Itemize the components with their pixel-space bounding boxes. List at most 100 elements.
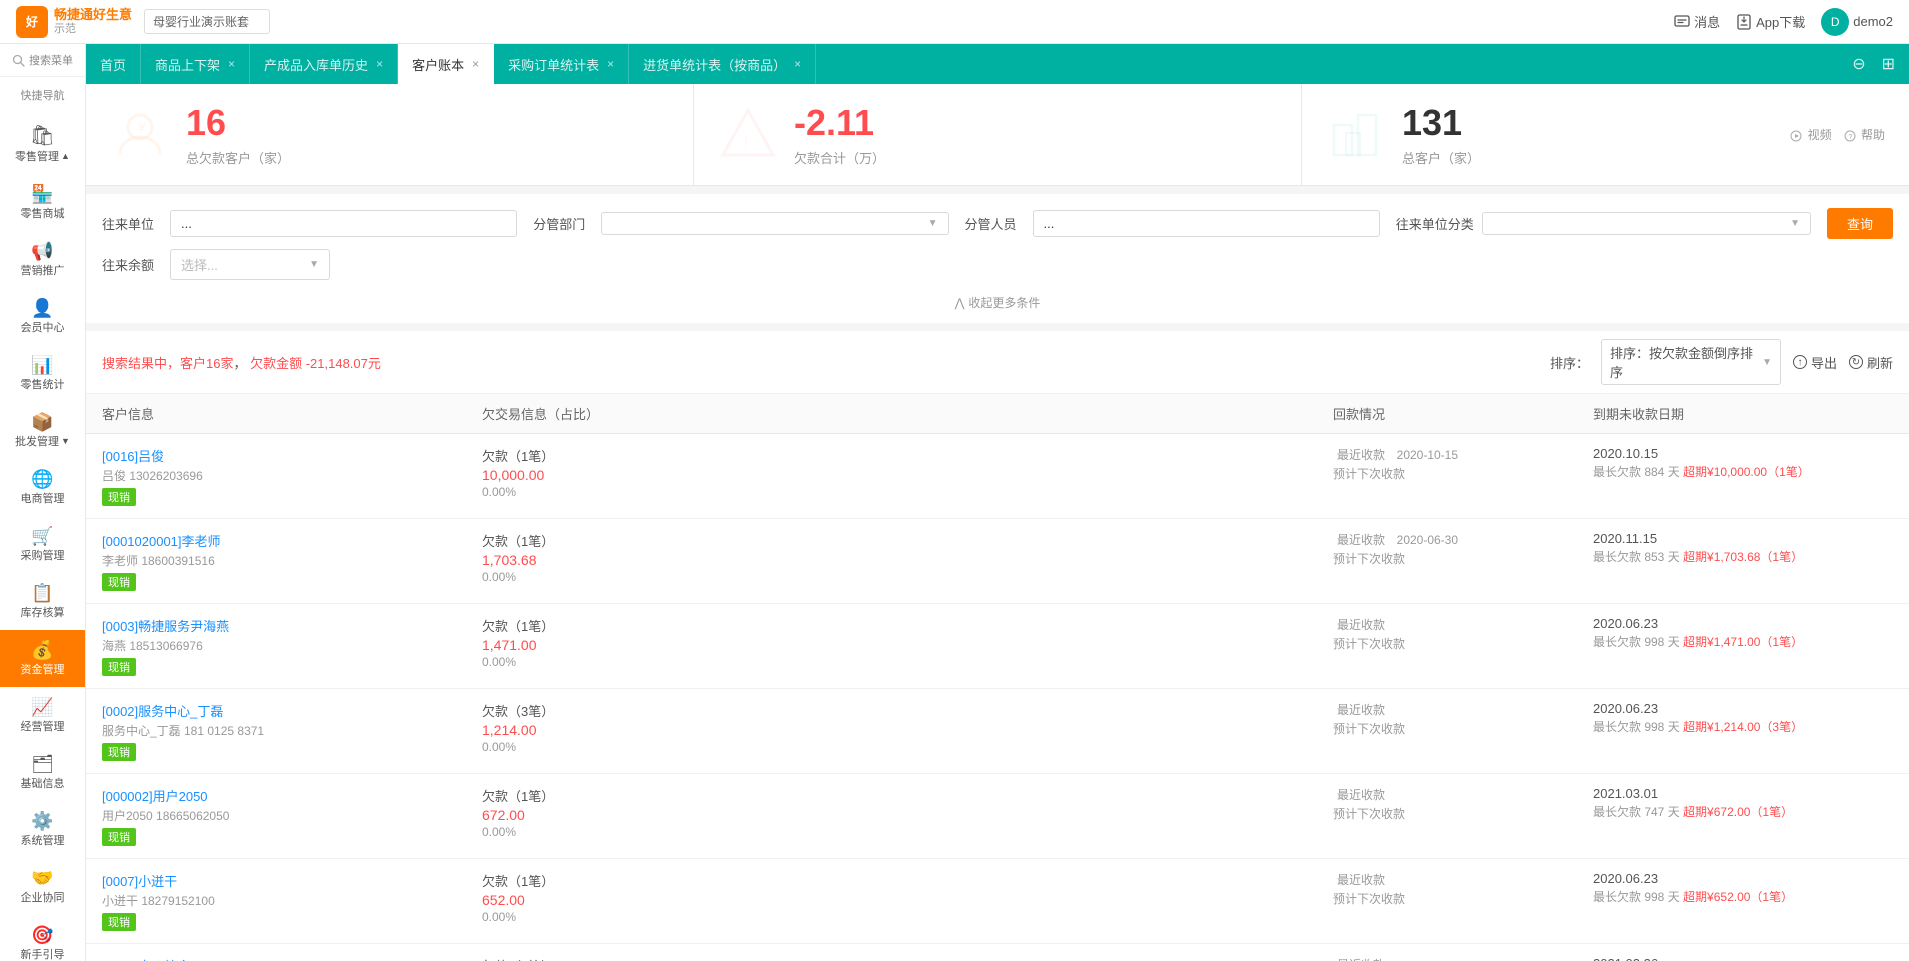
filter-balance-arrow: ▼	[309, 259, 319, 270]
stat-info-total-debt: -2.11 欠款合计（万）	[794, 102, 885, 167]
refresh-icon: ↻	[1849, 355, 1863, 369]
table-row: [0002]服务中心_丁磊 服务中心_丁磊 181 0125 8371 现销 欠…	[86, 689, 1909, 774]
sidebar-item-ecommerce[interactable]: 🌐 电商管理	[0, 459, 85, 516]
tab-close-product-off[interactable]: ×	[228, 57, 235, 71]
tab-expand-btn[interactable]: ⊞	[1876, 52, 1901, 76]
user-avatar: D	[1821, 8, 1849, 36]
overdue-4: 2021.03.01 最长欠款 747 天 超期¥672.00（1笔）	[1593, 786, 1893, 820]
overdue-link-4[interactable]: 超期¥672.00（1笔）	[1683, 805, 1793, 819]
customer-name-2[interactable]: [0003]畅捷服务尹海燕	[102, 619, 229, 634]
sidebar-item-finance[interactable]: 💰 资金管理	[0, 630, 85, 687]
refresh-btn[interactable]: ↻ 刷新	[1849, 353, 1893, 372]
customer-name-4[interactable]: [000002]用户2050	[102, 789, 208, 804]
stat-info-debt-customers: 16 总欠款客户（家）	[186, 102, 290, 167]
customer-info-1: [0001020001]李老师 李老师 18600391516 现销	[102, 531, 482, 591]
help-link[interactable]: ? 帮助	[1844, 126, 1885, 143]
sidebar-item-search[interactable]: 搜索菜单	[0, 44, 85, 77]
customer-tag-4: 现销	[102, 828, 136, 846]
filter-row-2: 往来余额 选择... ▼	[102, 249, 1893, 280]
tab-product-off[interactable]: 商品上下架 ×	[141, 44, 250, 84]
overdue-link-2[interactable]: 超期¥1,471.00（1笔）	[1683, 635, 1803, 649]
app-download-btn[interactable]: App下载	[1736, 12, 1805, 31]
tab-customer-account[interactable]: 客户账本 ×	[398, 44, 494, 84]
tab-close-customer-account[interactable]: ×	[472, 57, 479, 71]
filter-category-arrow: ▼	[1790, 218, 1800, 229]
tab-collapse-btn[interactable]: ⊖	[1846, 52, 1871, 76]
svg-text:?: ?	[1848, 134, 1852, 141]
message-btn[interactable]: 消息	[1674, 12, 1720, 31]
filter-category: 往来单位分类 ▼	[1396, 212, 1811, 235]
overdue-link-5[interactable]: 超期¥652.00（1笔）	[1683, 890, 1793, 904]
sidebar-item-operations[interactable]: 📈 经营管理	[0, 687, 85, 744]
overdue-link-1[interactable]: 超期¥1,703.68（1笔）	[1683, 550, 1803, 564]
tab-purchase-order[interactable]: 采购订单统计表 ×	[494, 44, 629, 84]
filter-unit-input[interactable]: ...	[170, 210, 517, 237]
overdue-link-3[interactable]: 超期¥1,214.00（3笔）	[1683, 720, 1803, 734]
customer-tag-2: 现销	[102, 658, 136, 676]
tab-bar: 首页 商品上下架 × 产成品入库单历史 × 客户账本 × 采购订单统计表 × 进…	[86, 44, 1909, 84]
recovery-5: 最近收款 预计下次收款	[1333, 871, 1593, 907]
sidebar-item-newbie[interactable]: 🎯 新手引导	[0, 915, 85, 961]
export-btn[interactable]: ↑ 导出	[1793, 353, 1837, 372]
industry-select[interactable]: 母婴行业演示账套	[144, 9, 270, 34]
video-link[interactable]: 视频	[1790, 126, 1831, 143]
customer-contact-1: 李老师 18600391516	[102, 552, 482, 569]
query-button[interactable]: 查询	[1827, 208, 1893, 239]
filter-dept-input[interactable]: ▼	[601, 212, 948, 235]
sidebar-item-inventory[interactable]: 📋 库存核算	[0, 573, 85, 630]
total-debt-label: 欠款合计（万）	[794, 148, 885, 167]
filter-row-1: 往来单位 ... 分管部门 ▼ 分管人员 ...	[102, 208, 1893, 239]
tab-incoming-stats[interactable]: 进货单统计表（按商品） ×	[629, 44, 816, 84]
tab-close-product-history[interactable]: ×	[376, 57, 383, 71]
tab-home[interactable]: 首页	[86, 44, 141, 84]
sidebar: 搜索菜单 快捷导航 🛍 零售管理▲ 🏪 零售商城 📢 营销推广 👤 会员中心 📊…	[0, 44, 86, 961]
sidebar-item-quick-nav[interactable]: 快捷导航	[0, 77, 85, 113]
filter-category-label: 往来单位分类	[1396, 214, 1474, 233]
filter-category-input[interactable]: ▼	[1482, 212, 1811, 235]
recovery-3: 最近收款 预计下次收款	[1333, 701, 1593, 737]
customer-contact-4: 用户2050 18665062050	[102, 807, 482, 824]
sidebar-item-purchase[interactable]: 🛒 采购管理	[0, 516, 85, 573]
filter-person-input[interactable]: ...	[1033, 210, 1380, 237]
stat-info-total-customers: 131 总客户（家）	[1402, 102, 1480, 167]
sort-arrow: ▼	[1762, 357, 1772, 368]
filter-balance-label: 往来余额	[102, 255, 162, 274]
svg-text:!: !	[744, 135, 748, 152]
sidebar-item-retail-stats[interactable]: 📊 零售统计	[0, 345, 85, 402]
tab-product-history[interactable]: 产成品入库单历史 ×	[250, 44, 398, 84]
sidebar-item-enterprise[interactable]: 🤝 企业协同	[0, 858, 85, 915]
filter-section: 往来单位 ... 分管部门 ▼ 分管人员 ...	[86, 194, 1909, 323]
customer-name-0[interactable]: [0016]吕俊	[102, 449, 164, 464]
filter-unit: 往来单位 ...	[102, 210, 517, 237]
sidebar-item-system[interactable]: ⚙️ 系统管理	[0, 801, 85, 858]
recovery-1: 最近收款 2020-06-30 预计下次收款	[1333, 531, 1593, 567]
sort-select[interactable]: 排序：按欠款金额倒序排序 ▼	[1601, 339, 1781, 385]
collapse-row[interactable]: ⋀ 收起更多条件	[102, 290, 1893, 313]
filter-balance: 往来余额 选择... ▼	[102, 249, 1893, 280]
sidebar-item-retail-mgmt[interactable]: 🛍 零售管理▲	[0, 113, 85, 174]
total-customers-number: 131	[1402, 102, 1480, 144]
stat-icon-total-debt: !	[718, 105, 778, 165]
collapse-label: 收起更多条件	[968, 294, 1040, 311]
data-table: 客户信息 欠交易信息（占比） 回款情况 到期未收款日期 [0016]吕俊 吕俊 …	[86, 394, 1909, 961]
stat-icon-debt: ¥	[110, 105, 170, 165]
filter-unit-label: 往来单位	[102, 214, 162, 233]
debt-info-5: 欠款（1笔） 652.00 0.00%	[482, 871, 1333, 924]
sidebar-item-basic-info[interactable]: 🗂 基础信息	[0, 744, 85, 801]
sidebar-item-batch-mgmt[interactable]: 📦 批发管理▼	[0, 402, 85, 459]
sidebar-item-member[interactable]: 👤 会员中心	[0, 288, 85, 345]
customer-name-5[interactable]: [0007]小迸干	[102, 874, 177, 889]
user-menu[interactable]: D demo2	[1821, 8, 1893, 36]
sidebar-item-marketing[interactable]: 📢 营销推广	[0, 231, 85, 288]
top-bar: 好 畅捷通好生意 示范 母婴行业演示账套 消息 App下载 D demo2	[0, 0, 1909, 44]
overdue-link-0[interactable]: 超期¥10,000.00（1笔）	[1683, 465, 1810, 479]
overdue-2: 2020.06.23 最长欠款 998 天 超期¥1,471.00（1笔）	[1593, 616, 1893, 650]
tab-close-purchase-order[interactable]: ×	[607, 57, 614, 71]
customer-name-3[interactable]: [0002]服务中心_丁磊	[102, 704, 223, 719]
tab-close-incoming-stats[interactable]: ×	[794, 57, 801, 71]
sidebar-item-retail-mall[interactable]: 🏪 零售商城	[0, 174, 85, 231]
customer-name-1[interactable]: [0001020001]李老师	[102, 534, 221, 549]
filter-balance-select[interactable]: 选择... ▼	[170, 249, 330, 280]
main-layout: 搜索菜单 快捷导航 🛍 零售管理▲ 🏪 零售商城 📢 营销推广 👤 会员中心 📊…	[0, 44, 1909, 961]
stat-card-debt-customers: ¥ 16 总欠款客户（家）	[86, 84, 694, 185]
